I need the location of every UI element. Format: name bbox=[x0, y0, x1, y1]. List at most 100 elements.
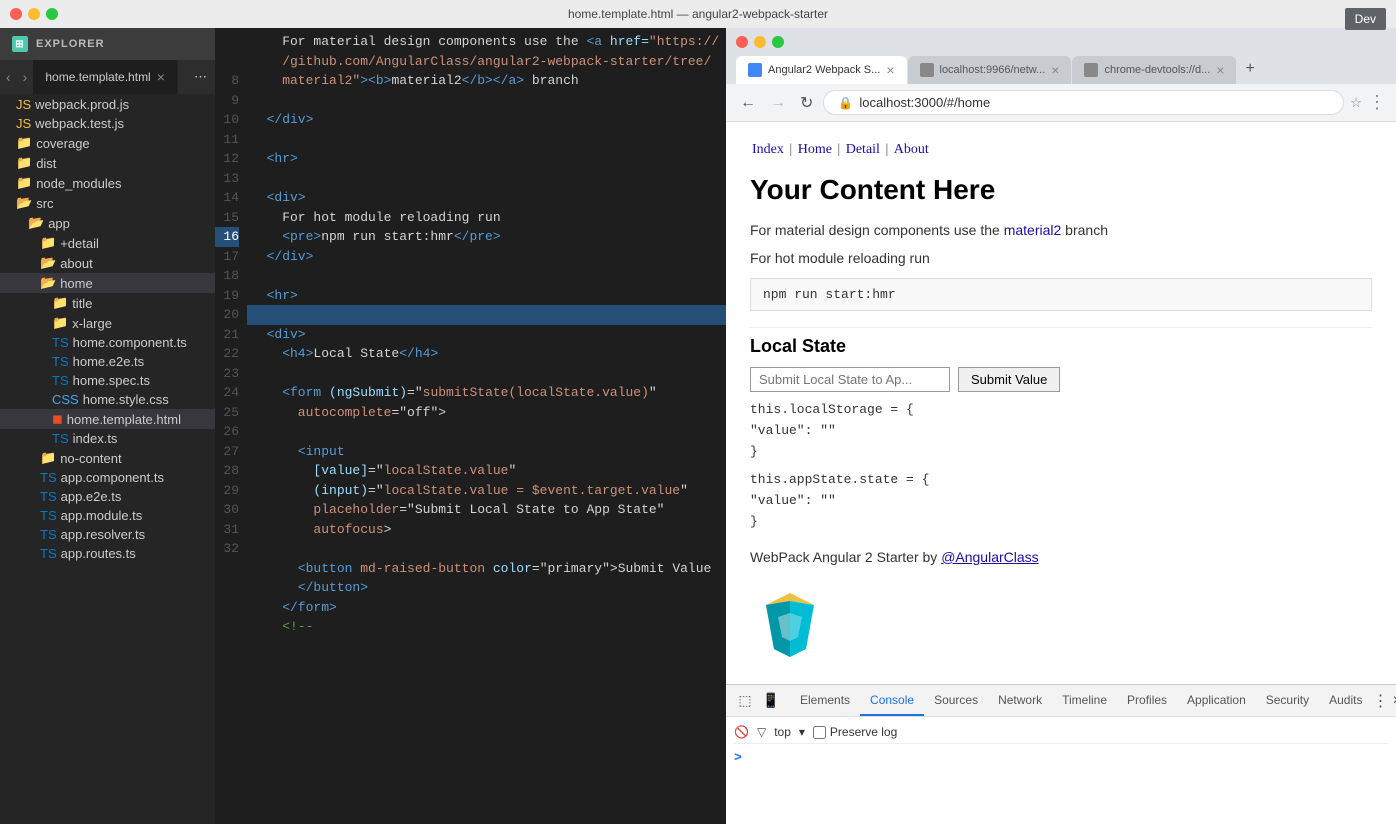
nav-link-about[interactable]: About bbox=[894, 142, 929, 157]
devtools-tab-security[interactable]: Security bbox=[1256, 685, 1319, 716]
sidebar-item-app-routes[interactable]: TS app.routes.ts bbox=[0, 544, 215, 563]
css-file-icon: CSS bbox=[52, 392, 79, 407]
sidebar-item-title[interactable]: 📁 title bbox=[0, 293, 215, 313]
sidebar-item-home-style[interactable]: CSS home.style.css bbox=[0, 390, 215, 409]
line-number: 31 bbox=[215, 520, 239, 540]
sidebar-item-node-modules[interactable]: 📁 node_modules bbox=[0, 173, 215, 193]
sidebar-item-dist[interactable]: 📁 dist bbox=[0, 153, 215, 173]
browser-maximize-btn[interactable] bbox=[772, 36, 784, 48]
sidebar-item-app-component[interactable]: TS app.component.ts bbox=[0, 468, 215, 487]
browser-menu-button[interactable]: ⋮ bbox=[1368, 92, 1386, 113]
tab-nav-back[interactable]: ‹ bbox=[0, 60, 17, 94]
sidebar-item-index-ts[interactable]: TS index.ts bbox=[0, 429, 215, 448]
devtools-tab-elements[interactable]: Elements bbox=[790, 685, 860, 716]
console-input[interactable] bbox=[748, 750, 1388, 765]
devtools-tab-audits[interactable]: Audits bbox=[1319, 685, 1372, 716]
line-number: 18 bbox=[215, 266, 239, 286]
tab-nav-forward[interactable]: › bbox=[17, 60, 34, 94]
line-number: 17 bbox=[215, 247, 239, 267]
sidebar-item-coverage[interactable]: 📁 coverage bbox=[0, 133, 215, 153]
state2-line2: "value": "" bbox=[750, 493, 836, 508]
code-line: <!-- bbox=[247, 617, 726, 637]
vscode-panel: ⊞ EXPLORER ‹ › home.template.html × ⋯ JS… bbox=[0, 28, 215, 824]
browser-toolbar: ← → ↻ 🔒 localhost:3000/#/home ☆ ⋮ bbox=[726, 84, 1396, 122]
tab-close-btn[interactable]: × bbox=[1216, 62, 1224, 78]
browser-close-btn[interactable] bbox=[736, 36, 748, 48]
back-button[interactable]: ← bbox=[736, 92, 760, 114]
devtools-mobile-icon[interactable]: 📱 bbox=[760, 690, 782, 712]
devtools-more-btn[interactable]: ⋮ bbox=[1372, 691, 1388, 711]
line-number: 28 bbox=[215, 461, 239, 481]
sidebar-item-app-resolver[interactable]: TS app.resolver.ts bbox=[0, 525, 215, 544]
sidebar-item-home[interactable]: 📂 home bbox=[0, 273, 215, 293]
code-lines[interactable]: For material design components use the <… bbox=[247, 28, 726, 824]
sidebar-item-home-component[interactable]: TS home.component.ts bbox=[0, 333, 215, 352]
devtools-cursor-icon[interactable]: ⬚ bbox=[734, 690, 756, 712]
submit-value-button[interactable]: Submit Value bbox=[958, 367, 1060, 392]
console-dropdown-arrow[interactable]: ▾ bbox=[799, 725, 805, 739]
new-tab-btn[interactable]: + bbox=[1237, 54, 1262, 84]
code-line: <div> bbox=[247, 188, 726, 208]
sidebar-item-webpack-prod[interactable]: JS webpack.prod.js bbox=[0, 95, 215, 114]
devtools-tab-profiles[interactable]: Profiles bbox=[1117, 685, 1177, 716]
tab-close-icon[interactable]: × bbox=[157, 69, 165, 85]
sidebar-item-x-large[interactable]: 📁 x-large bbox=[0, 313, 215, 333]
forward-button[interactable]: → bbox=[766, 92, 790, 114]
devtools-tab-application[interactable]: Application bbox=[1177, 685, 1256, 716]
sidebar-item-home-template[interactable]: ◼ home.template.html bbox=[0, 409, 215, 429]
html-file-icon: ◼ bbox=[52, 411, 63, 427]
footer-text: WebPack Angular 2 Starter by bbox=[750, 549, 937, 565]
tab-close-btn[interactable]: × bbox=[886, 62, 894, 78]
browser-tab-localhost[interactable]: localhost:9966/netw... × bbox=[908, 56, 1072, 84]
sidebar-item-src[interactable]: 📂 src bbox=[0, 193, 215, 213]
folder-label: no-content bbox=[60, 451, 121, 466]
devtools-tab-timeline[interactable]: Timeline bbox=[1052, 685, 1117, 716]
code-line: <input bbox=[247, 442, 726, 462]
sidebar-item-app-e2e[interactable]: TS app.e2e.ts bbox=[0, 487, 215, 506]
nav-link-index[interactable]: Index bbox=[752, 142, 784, 157]
explorer-title: EXPLORER bbox=[36, 38, 105, 50]
editor-tab-home-template[interactable]: home.template.html × bbox=[33, 60, 178, 94]
sidebar-item-home-spec[interactable]: TS home.spec.ts bbox=[0, 371, 215, 390]
sidebar-item-about[interactable]: 📂 about bbox=[0, 253, 215, 273]
close-button[interactable] bbox=[10, 8, 22, 20]
folder-icon: 📁 bbox=[16, 155, 32, 171]
browser-tab-angular2[interactable]: Angular2 Webpack S... × bbox=[736, 56, 907, 84]
console-filter-icon[interactable]: ▽ bbox=[757, 725, 766, 739]
sidebar-item-home-e2e[interactable]: TS home.e2e.ts bbox=[0, 352, 215, 371]
angular-class-link[interactable]: @AngularClass bbox=[941, 549, 1038, 565]
minimize-button[interactable] bbox=[28, 8, 40, 20]
sidebar-item-no-content[interactable]: 📁 no-content bbox=[0, 448, 215, 468]
reload-button[interactable]: ↻ bbox=[796, 91, 817, 115]
sidebar-item-detail[interactable]: 📁 +detail bbox=[0, 233, 215, 253]
code-line bbox=[247, 130, 726, 150]
code-line: (input)="localState.value = $event.targe… bbox=[247, 481, 726, 501]
material2-link[interactable]: material2 bbox=[1004, 222, 1065, 238]
nav-link-detail[interactable]: Detail bbox=[846, 142, 880, 157]
address-bar[interactable]: 🔒 localhost:3000/#/home bbox=[823, 90, 1344, 115]
dev-button[interactable]: Dev bbox=[1345, 8, 1386, 30]
sidebar-item-webpack-test[interactable]: JS webpack.test.js bbox=[0, 114, 215, 133]
devtools-close-btn[interactable]: × bbox=[1392, 692, 1396, 710]
devtools-tab-sources[interactable]: Sources bbox=[924, 685, 988, 716]
file-tree: JS webpack.prod.js JS webpack.test.js 📁 … bbox=[0, 95, 215, 824]
line-number: 32 bbox=[215, 539, 239, 559]
folder-icon: 📁 bbox=[52, 315, 68, 331]
console-clear-btn[interactable]: 🚫 bbox=[734, 725, 749, 739]
sidebar-item-app[interactable]: 📂 app bbox=[0, 213, 215, 233]
maximize-button[interactable] bbox=[46, 8, 58, 20]
editor-more-icon[interactable]: ⋯ bbox=[194, 69, 215, 85]
preserve-log-checkbox[interactable] bbox=[813, 726, 826, 739]
code-editor[interactable]: 8 9 10 11 12 13 14 15 16 17 18 19 20 21 … bbox=[215, 28, 726, 824]
devtools-tab-console[interactable]: Console bbox=[860, 685, 924, 716]
bookmark-button[interactable]: ☆ bbox=[1350, 95, 1362, 111]
local-state-input[interactable] bbox=[750, 367, 950, 392]
sidebar-item-app-module[interactable]: TS app.module.ts bbox=[0, 506, 215, 525]
nav-link-home[interactable]: Home bbox=[798, 142, 832, 157]
browser-tab-devtools[interactable]: chrome-devtools://d... × bbox=[1072, 56, 1236, 84]
browser-minimize-btn[interactable] bbox=[754, 36, 766, 48]
devtools-tab-network[interactable]: Network bbox=[988, 685, 1052, 716]
editor-area: 8 9 10 11 12 13 14 15 16 17 18 19 20 21 … bbox=[215, 28, 726, 824]
tab-close-btn[interactable]: × bbox=[1051, 62, 1059, 78]
code-line bbox=[247, 305, 726, 325]
